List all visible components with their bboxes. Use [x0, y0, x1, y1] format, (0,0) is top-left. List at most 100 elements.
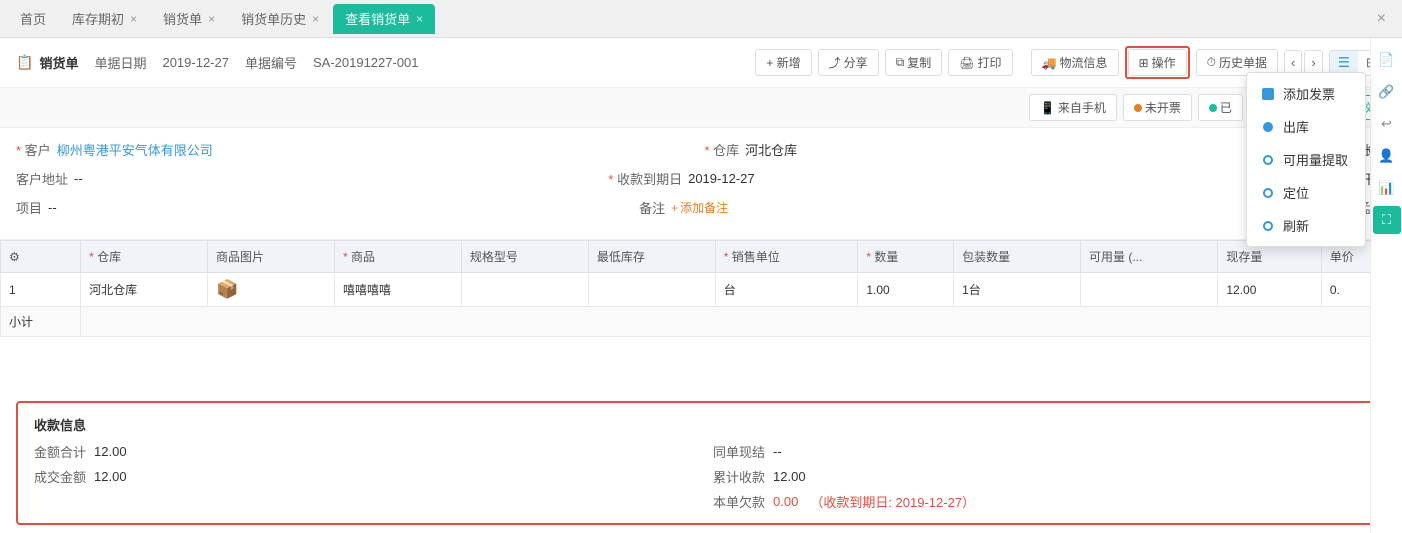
tab-sales-history[interactable]: 销货单历史 × [229, 4, 331, 34]
tab-check-sales-close[interactable]: × [416, 12, 423, 26]
number-label: 单据编号 [245, 53, 297, 72]
add-invoice-icon [1261, 87, 1275, 101]
tab-inventory[interactable]: 库存期初 × [60, 4, 149, 34]
col-image: 商品图片 [208, 241, 335, 273]
date-value: 2019-12-27 [162, 55, 229, 70]
row-spec [461, 273, 588, 307]
tab-sales-order-close[interactable]: × [208, 12, 215, 26]
arrears-note: （收款到期日: 2019-12-27） [810, 492, 975, 511]
warehouse-label: 仓库 [704, 140, 739, 159]
circle-filled-icon [1263, 122, 1273, 132]
total-amount-row: 金额合计 12.00 [34, 442, 689, 461]
total-amount-label: 金额合计 [34, 442, 86, 461]
cumulative-receipt-value: 12.00 [773, 469, 806, 484]
doc-header: 📋 销货单 单据日期 2019-12-27 单据编号 SA-20191227-0… [0, 38, 1402, 88]
outbound-label: 出库 [1283, 117, 1309, 136]
customer-field: 客户 柳州粤港平安气体有限公司 [16, 140, 213, 159]
form-area: 客户 柳州粤港平安气体有限公司 仓库 河北仓库 业务员 演示账号 客户地址 -- [0, 128, 1402, 239]
new-button[interactable]: + 新增 [755, 49, 811, 76]
confirm-button[interactable]: 已 [1198, 94, 1243, 121]
row-pack-qty: 1台 [954, 273, 1081, 307]
dropdown-outbound[interactable]: 出库 [1247, 110, 1365, 143]
tab-inventory-close[interactable]: × [130, 12, 137, 26]
col-gear: ⚙ [1, 241, 81, 273]
list-view-button[interactable]: ☰ [1330, 51, 1358, 75]
add-note-button[interactable]: + 添加备注 [671, 199, 728, 216]
row-product: 嘻嘻嘻嘻 [334, 273, 461, 307]
sidebar-user-icon[interactable]: 👤 [1373, 142, 1401, 170]
sidebar-undo-icon[interactable]: ↩ [1373, 110, 1401, 138]
row-unit: 台 [715, 273, 858, 307]
warehouse-value: 河北仓库 [745, 140, 797, 159]
sidebar-fullscreen-icon[interactable]: ⛶ [1373, 206, 1401, 234]
address-value: -- [74, 171, 83, 186]
doc-icon: 📋 [16, 54, 33, 71]
operations-button[interactable]: ⊞ 操作 [1128, 49, 1187, 76]
dropdown-add-invoice[interactable]: 添加发票 [1247, 77, 1365, 110]
col-warehouse: 仓库 [81, 241, 208, 273]
table-header-row: ⚙ 仓库 商品图片 商品 规格型号 最低库存 销售单位 数量 包装数量 可用量 … [1, 241, 1402, 273]
print-button[interactable]: 🖨 打印 [948, 49, 1012, 76]
phone-icon: 📱 [1040, 101, 1055, 115]
dropdown-available-qty[interactable]: 可用量提取 [1247, 143, 1365, 176]
print-icon: 🖨 [959, 56, 974, 70]
locate-icon [1261, 186, 1275, 200]
row-stock: 12.00 [1218, 273, 1322, 307]
form-row-2: 客户地址 -- 收款到期日 2019-12-27 票据类型 不开票 [16, 169, 1386, 188]
not-open-button[interactable]: 未开票 [1123, 94, 1192, 121]
tab-check-sales-label: 查看销货单 [345, 9, 410, 28]
total-amount-value: 12.00 [94, 444, 127, 459]
customer-value[interactable]: 柳州粤港平安气体有限公司 [57, 140, 213, 159]
subtotal-empty [81, 307, 1402, 337]
main-close-btn[interactable]: × [1369, 6, 1394, 32]
table-wrapper: ⚙ 仓库 商品图片 商品 规格型号 最低库存 销售单位 数量 包装数量 可用量 … [0, 239, 1402, 393]
doc-title: 销货单 [39, 53, 78, 72]
due-date-label: 收款到期日 [608, 169, 682, 188]
from-phone-button[interactable]: 📱 来自手机 [1029, 94, 1117, 121]
table-row: 1 河北仓库 📦 嘻嘻嘻嘻 台 1.00 1台 12.00 0. [1, 273, 1402, 307]
row-min-stock [588, 273, 715, 307]
tab-bar: 首页 库存期初 × 销货单 × 销货单历史 × 查看销货单 × × [0, 0, 1402, 38]
sidebar-link-icon[interactable]: 🔗 [1373, 78, 1401, 106]
plus-icon: + [671, 201, 678, 215]
tab-sales-order[interactable]: 销货单 × [151, 4, 227, 34]
tab-sales-history-close[interactable]: × [312, 12, 319, 26]
form-row-1: 客户 柳州粤港平安气体有限公司 仓库 河北仓库 业务员 演示账号 [16, 140, 1386, 159]
refresh-icon [1261, 219, 1275, 233]
row-seq: 1 [1, 273, 81, 307]
logistics-button[interactable]: 🚚 物流信息 [1031, 49, 1119, 76]
col-quantity: 数量 [858, 241, 954, 273]
circle-empty-icon [1263, 155, 1273, 165]
order-arrears-value: 0.00 [773, 494, 798, 509]
refresh-label: 刷新 [1283, 216, 1309, 235]
same-order-label: 同单现结 [713, 442, 765, 461]
toolbar-row: 📱 来自手机 未开票 已 ✓ 已核销 ✓ 已生效 [0, 88, 1402, 128]
sidebar-chart-icon[interactable]: 📊 [1373, 174, 1401, 202]
tab-check-sales[interactable]: 查看销货单 × [333, 4, 435, 34]
add-invoice-label: 添加发票 [1283, 84, 1335, 103]
transaction-amount-value: 12.00 [94, 469, 127, 484]
doc-meta: 单据日期 2019-12-27 单据编号 SA-20191227-001 [94, 53, 755, 72]
subtotal-row: 小计 [1, 307, 1402, 337]
project-label: 项目 [16, 198, 42, 217]
note-label: 备注 [639, 198, 665, 217]
col-unit: 销售单位 [715, 241, 858, 273]
number-value: SA-20191227-001 [313, 55, 419, 70]
row-warehouse: 河北仓库 [81, 273, 208, 307]
share-button[interactable]: ⤴ 分享 [818, 49, 879, 76]
payment-info-grid: 金额合计 12.00 成交金额 12.00 同单现结 -- 累计收款 [34, 442, 1368, 511]
square-icon [1262, 88, 1274, 100]
subtotal-label: 小计 [1, 307, 81, 337]
tab-home[interactable]: 首页 [8, 4, 58, 34]
order-arrears-row: 本单欠款 0.00 （收款到期日: 2019-12-27） [713, 492, 1368, 511]
ops-icon: ⊞ [1139, 56, 1149, 70]
available-qty-icon [1261, 153, 1275, 167]
dropdown-refresh[interactable]: 刷新 [1247, 209, 1365, 242]
dropdown-locate[interactable]: 定位 [1247, 176, 1365, 209]
sidebar-doc-icon[interactable]: 📄 [1373, 46, 1401, 74]
same-order-value: -- [773, 444, 782, 459]
copy-button[interactable]: ⧉ 复制 [885, 49, 943, 76]
payment-info-title: 收款信息 [34, 415, 1368, 434]
product-image-icon: 📦 [216, 279, 238, 299]
transaction-amount-label: 成交金额 [34, 467, 86, 486]
